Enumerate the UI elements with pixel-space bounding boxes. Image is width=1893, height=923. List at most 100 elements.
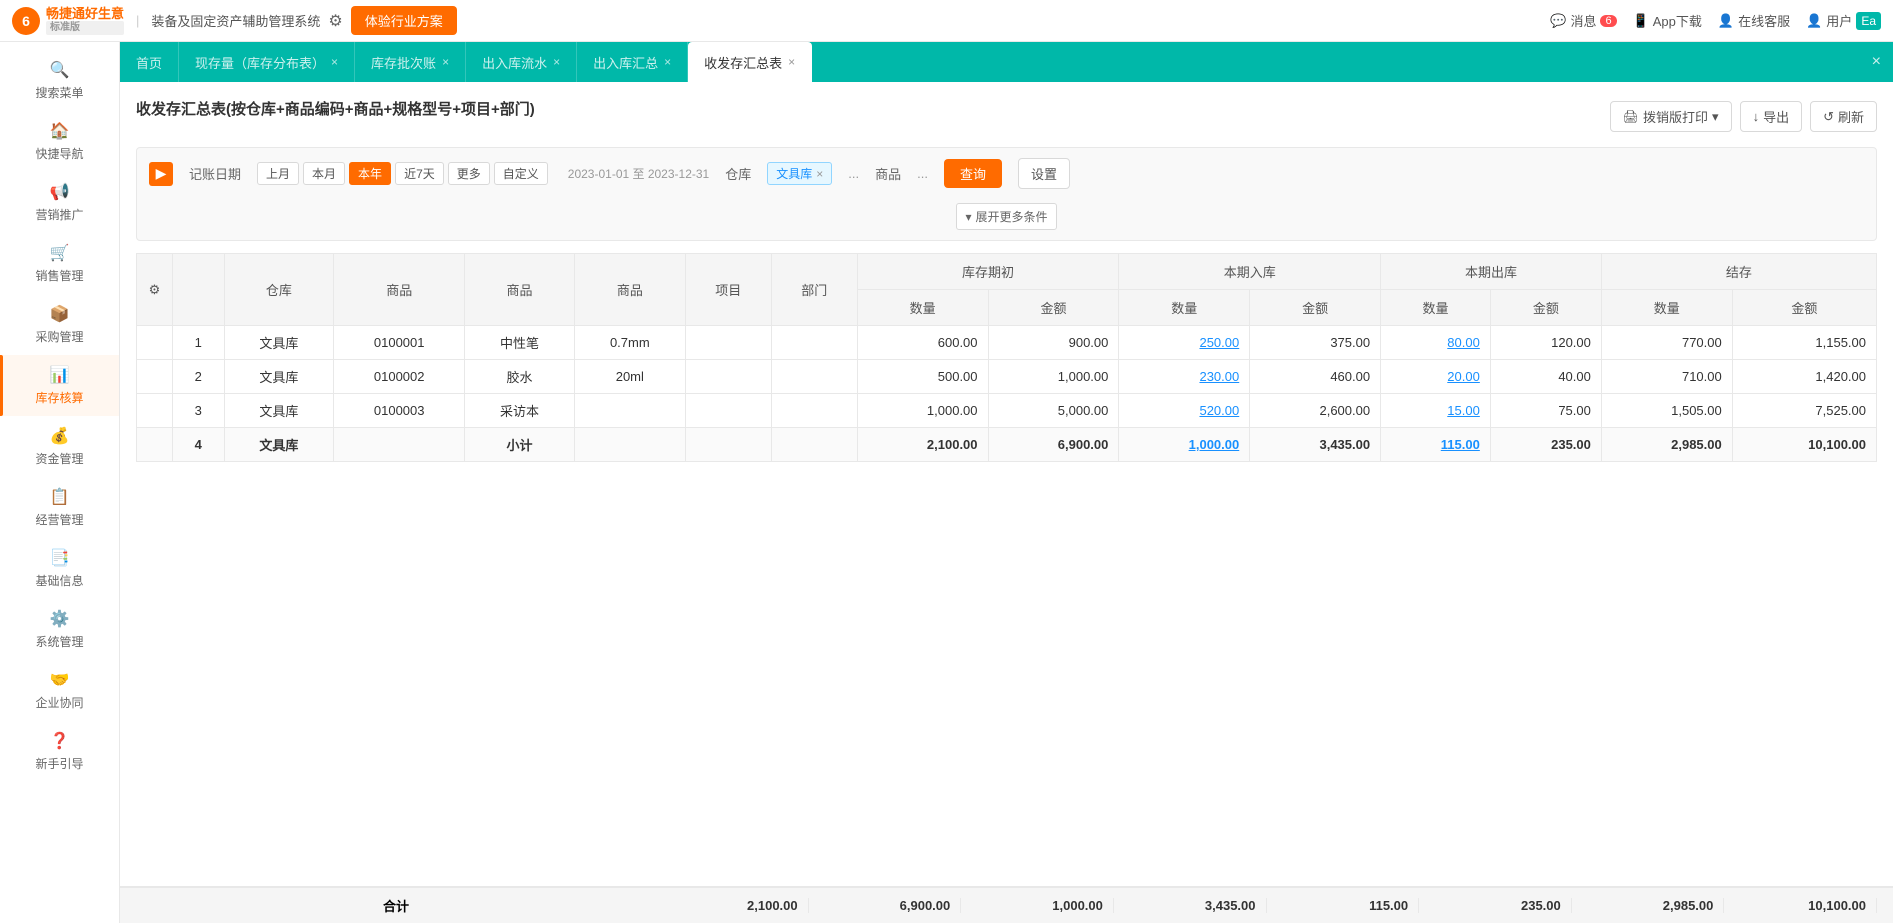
row-check[interactable] <box>137 326 173 360</box>
row-out-amount: 235.00 <box>1490 428 1601 462</box>
row-closing-qty: 710.00 <box>1601 360 1732 394</box>
date-btn-this-month[interactable]: 本月 <box>303 162 345 185</box>
sidebar-item-search[interactable]: 🔍 搜索菜单 <box>0 50 119 111</box>
row-opening-qty: 500.00 <box>857 360 988 394</box>
col-out-amount: 金额 <box>1490 290 1601 326</box>
top-bar-actions: 💬 消息 6 📱 App下载 👤 在线客服 👤 用户 Ea <box>1550 11 1881 30</box>
sidebar-item-inventory[interactable]: 📊 库存核算 <box>0 355 119 416</box>
try-industry-button[interactable]: 体验行业方案 <box>351 6 457 35</box>
close-tab-in-out-summary[interactable]: × <box>664 55 671 69</box>
row-index: 1 <box>173 326 225 360</box>
top-left: 6 畅捷通好生意 标准版 | 装备及固定资产辅助管理系统 ⚙ 体验行业方案 <box>12 6 457 36</box>
sidebar-item-enterprise[interactable]: 🤝 企业协同 <box>0 660 119 721</box>
col-settings[interactable]: ⚙ <box>137 254 173 326</box>
row-in-qty[interactable]: 520.00 <box>1119 394 1250 428</box>
row-in-qty[interactable]: 1,000.00 <box>1119 428 1250 462</box>
print-button[interactable]: 🖨 拨销版打印 ▾ <box>1610 101 1732 132</box>
col-out-header: 本期出库 <box>1381 254 1602 290</box>
message-button[interactable]: 💬 消息 6 <box>1550 11 1616 30</box>
row-check[interactable] <box>137 428 173 462</box>
enterprise-icon: 🤝 <box>50 670 70 690</box>
row-closing-qty: 2,985.00 <box>1601 428 1732 462</box>
row-out-qty[interactable]: 15.00 <box>1381 394 1491 428</box>
row-out-qty[interactable]: 115.00 <box>1381 428 1491 462</box>
sidebar-label-finance: 资金管理 <box>35 450 83 467</box>
total-out-amount: 235.00 <box>1419 898 1572 913</box>
row-opening-amount: 900.00 <box>988 326 1119 360</box>
close-tab-in-out-flow[interactable]: × <box>553 55 560 69</box>
row-closing-amount: 1,155.00 <box>1732 326 1876 360</box>
sidebar-item-marketing[interactable]: 📢 营销推广 <box>0 172 119 233</box>
row-goods-name: 胶水 <box>465 360 575 394</box>
row-goods-spec <box>574 394 685 428</box>
close-tab-batch-ledger[interactable]: × <box>442 55 449 69</box>
date-btn-this-year[interactable]: 本年 <box>349 162 391 185</box>
sidebar-item-quick-nav[interactable]: 🏠 快捷导航 <box>0 111 119 172</box>
sidebar-label-guide: 新手引导 <box>35 755 83 772</box>
column-settings-icon: ⚙ <box>149 282 161 297</box>
filter-settings-button[interactable]: 设置 <box>1018 158 1070 189</box>
col-warehouse: 仓库 <box>224 254 334 326</box>
row-out-qty[interactable]: 20.00 <box>1381 360 1491 394</box>
tab-inventory-dist[interactable]: 现存量（库存分布表） × <box>179 42 355 82</box>
row-check[interactable] <box>137 394 173 428</box>
row-check[interactable] <box>137 360 173 394</box>
basic-info-icon: 📑 <box>50 548 70 568</box>
sidebar-label-purchase: 采购管理 <box>35 328 83 345</box>
sidebar-label-basic-info: 基础信息 <box>35 572 83 589</box>
user-menu-button[interactable]: 👤 用户 Ea <box>1806 11 1881 30</box>
expand-icon: ▾ <box>965 210 971 224</box>
tab-collect-summary[interactable]: 收发存汇总表 × <box>688 42 812 82</box>
date-btn-last-month[interactable]: 上月 <box>257 162 299 185</box>
total-in-amount: 3,435.00 <box>1114 898 1267 913</box>
row-goods-name: 采访本 <box>465 394 575 428</box>
goods-ellipsis[interactable]: ... <box>917 166 928 181</box>
tab-home[interactable]: 首页 <box>120 42 179 82</box>
export-button[interactable]: ↓ 导出 <box>1740 101 1803 132</box>
refresh-button[interactable]: ↺ 刷新 <box>1810 101 1877 132</box>
col-opening-amount: 金额 <box>988 290 1119 326</box>
sidebar-label-enterprise: 企业协同 <box>35 694 83 711</box>
sidebar-item-purchase[interactable]: 📦 采购管理 <box>0 294 119 355</box>
sidebar-item-guide[interactable]: ❓ 新手引导 <box>0 721 119 782</box>
online-service-button[interactable]: 👤 在线客服 <box>1718 11 1790 30</box>
row-opening-amount: 5,000.00 <box>988 394 1119 428</box>
query-button[interactable]: 查询 <box>944 159 1002 188</box>
row-in-qty[interactable]: 250.00 <box>1119 326 1250 360</box>
row-goods-code: 0100002 <box>334 360 465 394</box>
sidebar-item-basic-info[interactable]: 📑 基础信息 <box>0 538 119 599</box>
expand-more-conditions-button[interactable]: ▾ 展开更多条件 <box>956 203 1056 230</box>
sidebar-item-operations[interactable]: 📋 经营管理 <box>0 477 119 538</box>
tab-in-out-summary[interactable]: 出入库汇总 × <box>577 42 688 82</box>
tab-batch-ledger[interactable]: 库存批次账 × <box>355 42 466 82</box>
sidebar-label-inventory: 库存核算 <box>35 389 83 406</box>
filter-collapse-button[interactable]: ▶ <box>149 162 173 186</box>
total-closing-amount: 10,100.00 <box>1724 898 1877 913</box>
sidebar-item-sales[interactable]: 🛒 销售管理 <box>0 233 119 294</box>
date-btn-more[interactable]: 更多 <box>448 162 490 185</box>
purchase-icon: 📦 <box>50 304 70 324</box>
app-name: 畅捷通好生意 <box>46 6 124 22</box>
row-in-qty[interactable]: 230.00 <box>1119 360 1250 394</box>
row-closing-amount: 1,420.00 <box>1732 360 1876 394</box>
tab-in-out-flow[interactable]: 出入库流水 × <box>466 42 577 82</box>
sidebar-item-system[interactable]: ⚙️ 系统管理 <box>0 599 119 660</box>
remove-warehouse-tag[interactable]: × <box>816 167 823 181</box>
row-closing-qty: 1,505.00 <box>1601 394 1732 428</box>
close-tab-inventory-dist[interactable]: × <box>331 55 338 69</box>
warehouse-ellipsis[interactable]: ... <box>848 166 859 181</box>
col-closing-amount: 金额 <box>1732 290 1876 326</box>
row-goods-code: 0100003 <box>334 394 465 428</box>
sidebar-item-finance[interactable]: 💰 资金管理 <box>0 416 119 477</box>
logo-area: 6 畅捷通好生意 标准版 <box>12 6 124 36</box>
date-btn-7days[interactable]: 近7天 <box>395 162 444 185</box>
date-btn-custom[interactable]: 自定义 <box>494 162 548 185</box>
operations-icon: 📋 <box>50 487 70 507</box>
close-tab-collect-summary[interactable]: × <box>788 55 795 69</box>
close-all-tabs-button[interactable]: × <box>1860 53 1893 71</box>
row-out-qty[interactable]: 80.00 <box>1381 326 1491 360</box>
app-download-button[interactable]: 📱 App下载 <box>1633 11 1702 30</box>
sidebar: 🔍 搜索菜单 🏠 快捷导航 📢 营销推广 🛒 销售管理 📦 采购管理 📊 库存核… <box>0 42 120 923</box>
row-department <box>771 394 857 428</box>
settings-gear-button[interactable]: ⚙ <box>328 11 342 31</box>
